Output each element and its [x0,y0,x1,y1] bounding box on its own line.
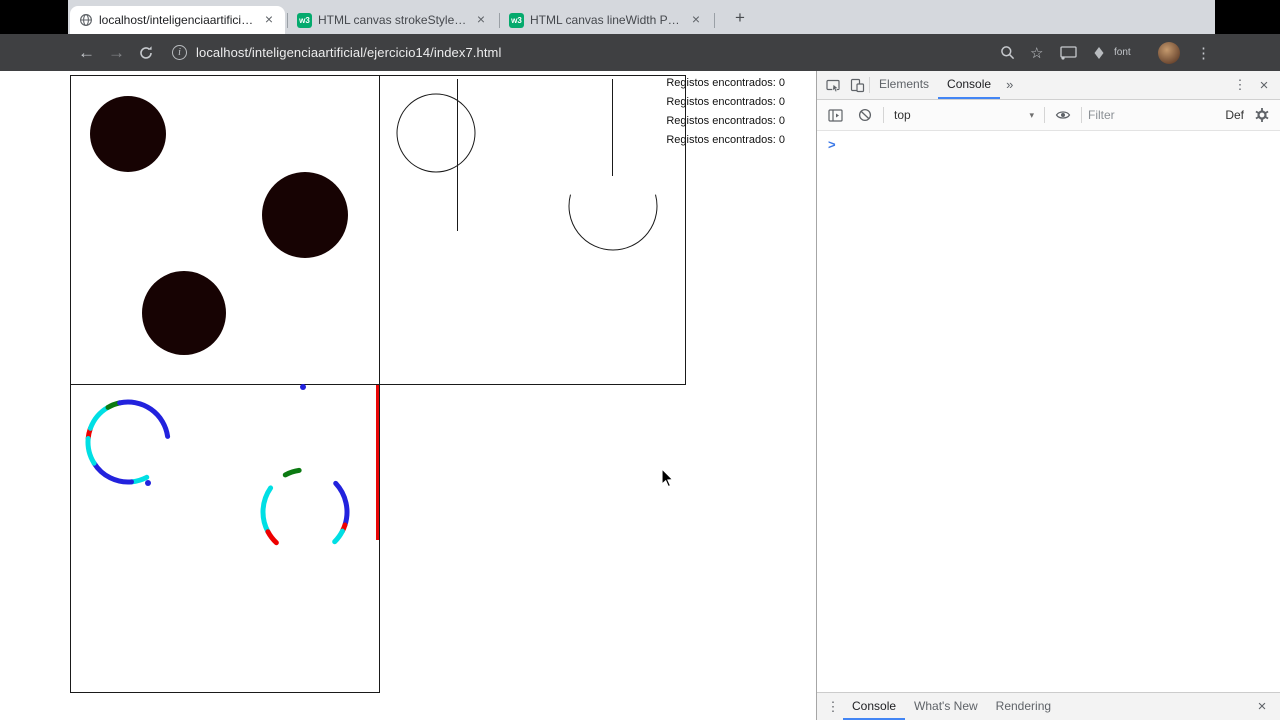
mouse-cursor [661,467,674,488]
registros-line: Registos encontrados: 0 [666,96,785,108]
page-content: Registos encontrados: 0 Registos encontr… [0,71,816,720]
canvas-border [70,384,380,693]
drawer-tab-whats-new[interactable]: What's New [905,693,987,720]
console-sidebar-icon[interactable] [823,100,847,130]
registros-output: Registos encontrados: 0 Registos encontr… [600,74,785,150]
colored-arc-segment [117,399,171,439]
filter-input[interactable]: Filter [1088,108,1115,122]
colored-arc-segment [85,436,97,466]
content-area: Registos encontrados: 0 Registos encontr… [0,71,1280,720]
colored-dot [300,384,306,390]
tab-separator [287,13,288,28]
console-prompt-chevron[interactable]: > [828,137,836,152]
browser-menu-icon[interactable]: ⋮ [1196,34,1211,71]
console-output-area[interactable]: > [817,132,1280,692]
canvas-drawings[interactable] [0,71,816,720]
colored-arc-segment [91,460,134,485]
tab-strokestyle[interactable]: w3 HTML canvas strokeStyle Prop × [289,6,497,34]
tab-title: localhost/inteligenciaartificial/e [99,13,255,27]
reload-button[interactable] [138,34,154,71]
log-levels-dropdown[interactable]: Def [1225,108,1244,122]
cast-icon[interactable] [1060,34,1077,71]
colored-arc-segment [87,404,111,431]
registros-line: Registos encontrados: 0 [666,77,785,89]
new-tab-button[interactable]: + [729,7,751,29]
profile-avatar[interactable] [1158,42,1180,64]
browser-tab-strip: localhost/inteligenciaartificial/e × w3 … [0,0,1280,34]
filled-circle [142,271,226,355]
context-selector-value: top [894,108,911,122]
tab-separator [714,13,715,28]
forward-button[interactable]: → [108,34,125,71]
zoom-icon[interactable] [1000,34,1015,71]
filled-circle [262,172,348,258]
inspect-element-icon[interactable] [821,71,845,99]
tab-close-icon[interactable]: × [261,12,277,28]
more-panels-icon[interactable]: » [1000,71,1019,99]
tab-title: HTML canvas lineWidth Proper [530,13,682,27]
drawer-tab-console[interactable]: Console [843,693,906,720]
tab-elements[interactable]: Elements [870,71,938,99]
w3schools-favicon-icon: w3 [297,12,312,28]
w3schools-favicon-icon: w3 [509,12,524,28]
tab-separator [499,13,500,28]
separator [1081,107,1082,123]
outline-circle [396,93,476,173]
tab-linewidth[interactable]: w3 HTML canvas lineWidth Proper × [501,6,712,34]
colored-arc-segment [260,485,274,535]
devtools-menu-icon[interactable]: ⋮ [1228,71,1252,99]
page-info-icon[interactable]: i [172,45,187,60]
console-toolbar: top ▾ Filter Def [817,100,1280,131]
globe-favicon-icon [78,13,93,28]
console-settings-gear-icon[interactable] [1250,100,1274,130]
tab-localhost[interactable]: localhost/inteligenciaartificial/e × [70,6,285,34]
live-expression-eye-icon[interactable] [1051,100,1075,130]
extension-icon[interactable] [1094,34,1104,71]
back-button[interactable]: ← [78,34,95,71]
devtools-tab-bar: Elements Console » ⋮ × [817,71,1280,100]
url-text[interactable]: localhost/inteligenciaartificial/ejercic… [196,34,501,71]
clear-console-icon[interactable] [853,100,877,130]
device-toolbar-icon[interactable] [845,71,869,99]
tab-close-icon[interactable]: × [688,12,704,28]
tab-console[interactable]: Console [938,71,1001,99]
tab-title: HTML canvas strokeStyle Prop [318,13,467,27]
separator [883,107,884,123]
drawer-close-icon[interactable]: × [1250,693,1274,720]
chevron-down-icon: ▾ [1029,109,1034,120]
filled-circle [90,96,166,172]
context-selector[interactable]: top ▾ [890,108,1038,122]
devtools-drawer-bar: ⋮ Console What's New Rendering × [817,692,1280,720]
font-extension-label[interactable]: font [1114,34,1131,71]
registros-line: Registos encontrados: 0 [666,134,785,146]
separator [1044,107,1045,123]
colored-arc-segment [265,529,279,546]
bookmark-star-icon[interactable]: ☆ [1030,34,1043,71]
registros-line: Registos encontrados: 0 [666,115,785,127]
colored-arc-segment [333,480,350,528]
devtools-panel: Elements Console » ⋮ × top ▾ Filter Def … [816,71,1280,720]
browser-toolbar: ← → i localhost/inteligenciaartificial/e… [0,34,1280,71]
colored-dot [145,480,151,486]
devtools-close-icon[interactable]: × [1252,71,1276,99]
colored-arc-segment [332,528,345,545]
colored-arc-segment [282,467,302,478]
tab-close-icon[interactable]: × [473,12,489,28]
drawer-menu-icon[interactable]: ⋮ [823,699,843,715]
open-arc [568,194,658,251]
drawer-tab-rendering[interactable]: Rendering [987,693,1060,720]
